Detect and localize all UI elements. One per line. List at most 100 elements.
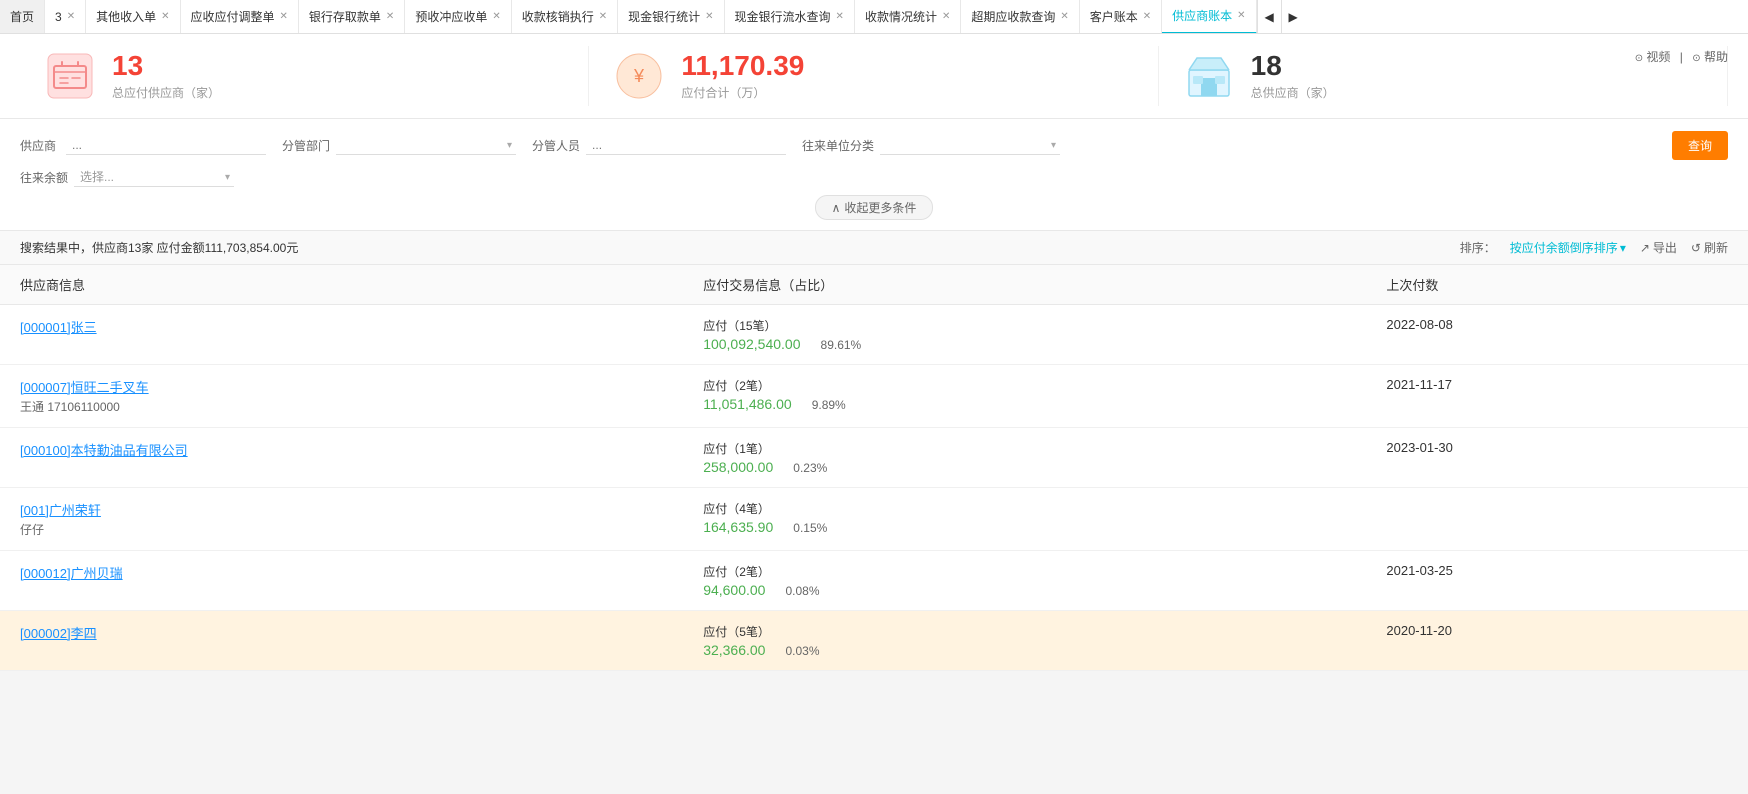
close-icon[interactable]: ✕ — [280, 11, 288, 22]
nav-tab-customer-account-label: 客户账本 — [1090, 8, 1138, 25]
dept-select[interactable] — [336, 136, 516, 155]
transaction-info: 应付（5笔） 32,366.00 0.03% — [703, 623, 1386, 658]
close-icon[interactable]: ✕ — [942, 11, 950, 22]
table-body: [000001]张三 应付（15笔） 100,092,540.00 89.61%… — [0, 305, 1748, 671]
top-nav: 首页 3 ✕ 其他收入单 ✕ 应收应付调整单 ✕ 银行存取款单 ✕ 预收冲应收单… — [0, 0, 1748, 34]
transaction-pct: 0.08% — [785, 584, 819, 598]
supplier-info: [000012]广州贝瑞 — [20, 563, 703, 582]
supplier-filter-label: 供应商 — [20, 137, 60, 154]
close-icon[interactable]: ✕ — [161, 11, 169, 22]
transaction-pct: 0.03% — [785, 644, 819, 658]
refresh-icon: ↺ — [1691, 241, 1701, 255]
close-icon[interactable]: ✕ — [836, 11, 844, 22]
nav-tab-cash-bank-flow-label: 现金银行流水查询 — [735, 8, 831, 25]
close-icon[interactable]: ✕ — [67, 11, 75, 22]
total-amount-num: 11,170.39 — [681, 52, 804, 80]
table-header: 供应商信息 应付交易信息（占比） 上次付数 — [0, 265, 1748, 305]
supplier-link[interactable]: [000002]李四 — [20, 623, 703, 642]
transaction-amount: 11,051,486.00 — [703, 396, 792, 412]
export-button[interactable]: ↗ 导出 — [1640, 239, 1677, 256]
refresh-button[interactable]: ↺ 刷新 — [1691, 239, 1728, 256]
store-icon — [1179, 46, 1239, 106]
transaction-row: 258,000.00 0.23% — [703, 457, 1386, 475]
nav-tab-advance-receive[interactable]: 预收冲应收单 ✕ — [405, 0, 511, 34]
last-payment: 2020-11-20 — [1386, 623, 1728, 638]
date-text: 2020-11-20 — [1386, 623, 1452, 638]
nav-tab-collect-verify-label: 收款核销执行 — [522, 8, 594, 25]
supplier-link[interactable]: [000001]张三 — [20, 317, 703, 336]
balance-filter-label: 往来余额 — [20, 169, 68, 186]
nav-arrow-right[interactable]: ▶ — [1281, 0, 1305, 34]
help-links: ⊙ 视频 | ⊙ 帮助 — [1635, 48, 1728, 65]
last-payment: 2021-11-17 — [1386, 377, 1728, 392]
supplier-info: [000007]恒旺二手叉车 王通 17106110000 — [20, 377, 703, 415]
table-row[interactable]: [000007]恒旺二手叉车 王通 17106110000 应付（2笔） 11,… — [0, 365, 1748, 428]
category-filter-label: 往来单位分类 — [802, 137, 874, 154]
nav-tab-3[interactable]: 3 ✕ — [45, 0, 86, 34]
collapse-icon: ∧ — [832, 201, 841, 215]
video-link[interactable]: ⊙ 视频 — [1635, 50, 1674, 64]
person-input[interactable] — [586, 136, 786, 155]
summary-bar: 13 总应付供应商（家） ¥ 11,170.39 应付合计（万） — [0, 34, 1748, 119]
filter-balance: 往来余额 选择... ▾ — [20, 168, 234, 187]
table-row[interactable]: [001]广州荣轩 仔仔 应付（4笔） 164,635.90 0.15% — [0, 488, 1748, 551]
sort-label: 排序： — [1460, 239, 1496, 256]
close-icon[interactable]: ✕ — [1060, 11, 1068, 22]
total-all-suppliers-num: 18 — [1251, 52, 1335, 80]
col-header-supplier: 供应商信息 — [20, 275, 703, 294]
summary-info-total-suppliers: 18 总供应商（家） — [1251, 52, 1335, 101]
sort-button[interactable]: 按应付余额倒序排序 ▾ — [1510, 239, 1626, 256]
supplier-link[interactable]: [000012]广州贝瑞 — [20, 563, 703, 582]
summary-info-suppliers: 13 总应付供应商（家） — [112, 52, 220, 101]
help-link[interactable]: ⊙ 帮助 — [1692, 50, 1728, 64]
supplier-link[interactable]: [000007]恒旺二手叉车 — [20, 377, 703, 396]
total-amount-label: 应付合计（万） — [681, 84, 804, 101]
filter-row-1: 供应商 分管部门 ▾ 分管人员 往来单位分类 ▾ — [20, 131, 1728, 160]
nav-tab-collect-verify[interactable]: 收款核销执行 ✕ — [512, 0, 618, 34]
nav-tab-cash-bank-flow[interactable]: 现金银行流水查询 ✕ — [725, 0, 855, 34]
nav-tab-other-income[interactable]: 其他收入单 ✕ — [86, 0, 180, 34]
close-icon[interactable]: ✕ — [492, 11, 500, 22]
transaction-label: 应付（15笔） — [703, 317, 1386, 334]
supplier-input[interactable] — [66, 136, 266, 155]
query-button[interactable]: 查询 — [1672, 131, 1728, 160]
supplier-link[interactable]: [000100]本特勤油品有限公司 — [20, 440, 703, 459]
nav-tab-bank-deposit[interactable]: 银行存取款单 ✕ — [299, 0, 405, 34]
close-icon[interactable]: ✕ — [599, 11, 607, 22]
nav-tab-home-label: 首页 — [10, 8, 34, 25]
close-icon[interactable]: ✕ — [705, 11, 713, 22]
nav-tab-collect-stat[interactable]: 收款情况统计 ✕ — [855, 0, 961, 34]
nav-tab-ap-adjustment-label: 应收应付调整单 — [191, 8, 275, 25]
nav-tab-customer-account[interactable]: 客户账本 ✕ — [1080, 0, 1162, 34]
dept-filter-label: 分管部门 — [282, 137, 330, 154]
nav-tab-home[interactable]: 首页 — [0, 0, 45, 34]
nav-tab-overdue-query[interactable]: 超期应收款查询 ✕ — [961, 0, 1079, 34]
transaction-row: 94,600.00 0.08% — [703, 580, 1386, 598]
last-payment: 2023-01-30 — [1386, 440, 1728, 455]
help-circle-icon: ⊙ — [1692, 53, 1700, 64]
transaction-row: 32,366.00 0.03% — [703, 640, 1386, 658]
nav-tab-ap-adjustment[interactable]: 应收应付调整单 ✕ — [181, 0, 299, 34]
close-icon[interactable]: ✕ — [1143, 11, 1151, 22]
table-row[interactable]: [000012]广州贝瑞 应付（2笔） 94,600.00 0.08% 2021… — [0, 551, 1748, 611]
collapse-button[interactable]: ∧ 收起更多条件 — [815, 195, 934, 220]
nav-arrow-left[interactable]: ◀ — [1257, 0, 1281, 34]
transaction-row: 164,635.90 0.15% — [703, 517, 1386, 535]
table-row[interactable]: [000002]李四 应付（5笔） 32,366.00 0.03% 2020-1… — [0, 611, 1748, 671]
supplier-link[interactable]: [001]广州荣轩 — [20, 500, 703, 519]
export-icon: ↗ — [1640, 241, 1650, 255]
supplier-info: [000002]李四 — [20, 623, 703, 642]
result-bar-right: 排序： 按应付余额倒序排序 ▾ ↗ 导出 ↺ 刷新 — [1460, 239, 1728, 256]
person-filter-label: 分管人员 — [532, 137, 580, 154]
close-icon[interactable]: ✕ — [386, 11, 394, 22]
table-row[interactable]: [000001]张三 应付（15笔） 100,092,540.00 89.61%… — [0, 305, 1748, 365]
nav-tab-cash-bank-stat[interactable]: 现金银行统计 ✕ — [618, 0, 724, 34]
balance-select[interactable]: 选择... — [74, 168, 234, 187]
table-row[interactable]: [000100]本特勤油品有限公司 应付（1笔） 258,000.00 0.23… — [0, 428, 1748, 488]
filter-supplier: 供应商 — [20, 136, 266, 155]
transaction-info: 应付（1笔） 258,000.00 0.23% — [703, 440, 1386, 475]
close-icon[interactable]: ✕ — [1237, 10, 1245, 21]
summary-card-suppliers: 13 总应付供应商（家） — [20, 46, 589, 106]
nav-tab-supplier-account[interactable]: 供应商账本 ✕ — [1162, 0, 1256, 34]
category-select[interactable] — [880, 136, 1060, 155]
